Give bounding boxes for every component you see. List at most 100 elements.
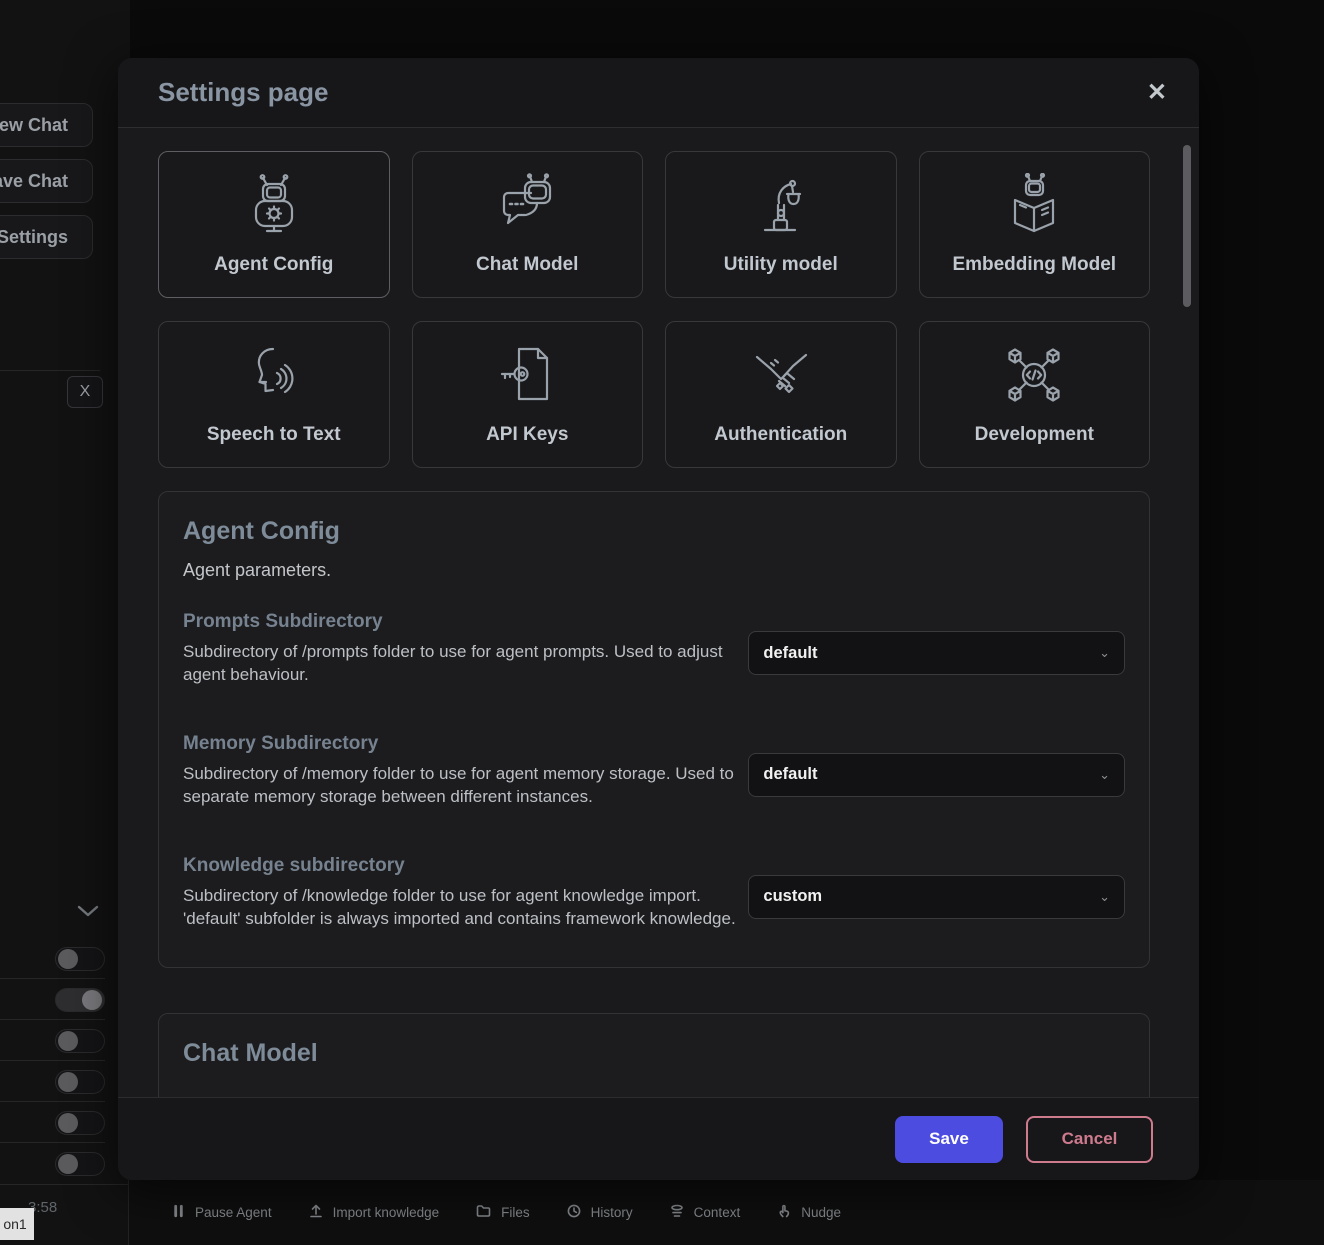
stack-icon <box>669 1203 685 1222</box>
sidebar-divider <box>0 1101 105 1102</box>
nav-card-utility-model[interactable]: Utility model <box>665 151 897 298</box>
code-network-icon <box>1000 343 1068 412</box>
nav-card-api-keys[interactable]: API Keys <box>411 321 643 468</box>
robot-config-icon <box>240 173 308 242</box>
sidebar-divider <box>0 1142 105 1143</box>
history-label: History <box>590 1205 633 1220</box>
nav-card-agent-config[interactable]: Agent Config <box>158 151 390 298</box>
toggle-switch-4[interactable] <box>55 1070 105 1094</box>
save-button[interactable]: Save <box>895 1115 1003 1163</box>
settings-nav-grid: Agent Config Chat Model Utility model Em… <box>158 151 1150 468</box>
settings-label: Settings <box>0 226 68 247</box>
field-control: default ⌄ <box>748 733 1125 809</box>
toggle-knob <box>58 1113 78 1133</box>
sidebar-divider <box>0 978 105 979</box>
section-title: Agent Config <box>183 517 340 545</box>
upload-icon <box>308 1203 324 1222</box>
field-label: Memory Subdirectory <box>183 732 379 754</box>
field-description: Subdirectory of /knowledge folder to use… <box>183 885 736 928</box>
toggle-switch-1[interactable] <box>55 947 105 971</box>
pause-icon <box>171 1203 186 1222</box>
toggle-knob <box>58 1154 78 1174</box>
field-text: Memory Subdirectory Subdirectory of /mem… <box>183 733 748 809</box>
close-panel-button[interactable]: X <box>67 376 103 408</box>
handshake-icon <box>747 343 815 412</box>
select-value: default <box>763 643 818 662</box>
toggle-switch-6[interactable] <box>55 1152 105 1176</box>
chevron-down-icon: ⌄ <box>1099 888 1110 904</box>
document-key-icon <box>493 343 561 412</box>
nav-card-speech-to-text[interactable]: Speech to Text <box>158 321 390 468</box>
nav-card-label: Agent Config <box>214 254 334 275</box>
section-description: Agent parameters. <box>183 560 332 580</box>
memory-subdirectory-select[interactable]: default ⌄ <box>748 752 1125 797</box>
toggle-knob <box>58 949 78 969</box>
sidebar-divider <box>0 1019 105 1020</box>
chevron-down-icon[interactable] <box>76 904 100 923</box>
field-description: Subdirectory of /memory folder to use fo… <box>183 763 734 806</box>
modal-scrollbar-thumb[interactable] <box>1183 145 1191 307</box>
modal-header: Settings page ✕ <box>118 58 1199 128</box>
field-label: Prompts Subdirectory <box>183 611 383 632</box>
field-text: Knowledge subdirectory Subdirectory of /… <box>183 855 748 931</box>
files-label: Files <box>501 1205 530 1220</box>
folder-icon <box>475 1203 492 1222</box>
cancel-button[interactable]: Cancel <box>1026 1115 1153 1163</box>
nav-card-chat-model[interactable]: Chat Model <box>411 151 643 298</box>
field-text: Prompts Subdirectory Subdirectory of /pr… <box>183 611 748 687</box>
app-root: ew Chat ave Chat ⚙ Settings X 3:58 <box>0 0 1324 1245</box>
robot-arm-icon <box>747 173 815 242</box>
history-button[interactable]: History <box>566 1203 633 1222</box>
field-control: custom ⌄ <box>748 855 1125 931</box>
speech-icon <box>240 343 308 412</box>
field-prompts-subdirectory: Prompts Subdirectory Subdirectory of /pr… <box>183 611 1125 687</box>
nudge-button[interactable]: Nudge <box>776 1203 841 1222</box>
nav-card-development[interactable]: Development <box>918 321 1150 468</box>
modal-footer: Save Cancel <box>118 1097 1199 1180</box>
settings-button[interactable]: ⚙ Settings <box>0 215 93 259</box>
save-chat-label: ave Chat <box>0 170 68 191</box>
nav-card-label: Chat Model <box>476 254 579 275</box>
new-chat-label: ew Chat <box>0 114 68 135</box>
select-value: custom <box>763 887 823 906</box>
knowledge-subdirectory-select[interactable]: custom ⌄ <box>748 874 1125 919</box>
robot-book-icon <box>1000 172 1068 242</box>
save-chat-button[interactable]: ave Chat <box>0 159 93 203</box>
chevron-down-icon: ⌄ <box>1099 645 1110 660</box>
field-knowledge-subdirectory: Knowledge subdirectory Subdirectory of /… <box>183 855 1125 931</box>
toggle-knob <box>58 1072 78 1092</box>
nav-card-label: API Keys <box>486 424 569 445</box>
nav-card-label: Embedding Model <box>952 254 1117 275</box>
files-button[interactable]: Files <box>475 1203 530 1222</box>
nav-card-label: Authentication <box>714 424 848 445</box>
sidebar: ew Chat ave Chat ⚙ Settings X 3:58 <box>0 0 130 1245</box>
settings-modal: Settings page ✕ Agent Config Chat Model … <box>118 58 1199 1180</box>
section-title: Chat Model <box>183 1038 318 1067</box>
section-chat-model: Chat Model <box>158 1012 1150 1097</box>
import-knowledge-button[interactable]: Import knowledge <box>308 1203 440 1222</box>
nudge-label: Nudge <box>801 1205 841 1220</box>
field-memory-subdirectory: Memory Subdirectory Subdirectory of /mem… <box>183 733 1125 809</box>
section-agent-config: Agent Config Agent parameters. Prompts S… <box>158 491 1150 968</box>
toggle-switch-2[interactable] <box>55 988 105 1012</box>
hand-icon <box>776 1203 792 1222</box>
field-label: Knowledge subdirectory <box>183 854 405 876</box>
import-knowledge-label: Import knowledge <box>332 1205 440 1220</box>
pause-agent-button[interactable]: Pause Agent <box>171 1203 272 1222</box>
toggle-switch-3[interactable] <box>55 1029 105 1053</box>
nav-card-label: Development <box>974 424 1094 445</box>
field-description: Subdirectory of /prompts folder to use f… <box>183 642 723 684</box>
nav-card-embedding-model[interactable]: Embedding Model <box>918 151 1150 298</box>
toggle-knob <box>82 990 102 1010</box>
toggle-switch-5[interactable] <box>55 1111 105 1135</box>
modal-title: Settings page <box>158 77 329 107</box>
clock-icon <box>566 1203 582 1222</box>
context-button[interactable]: Context <box>669 1203 740 1222</box>
new-chat-button[interactable]: ew Chat <box>0 103 93 147</box>
close-icon[interactable]: ✕ <box>1147 80 1167 105</box>
sidebar-divider <box>0 1184 128 1185</box>
toggle-knob <box>58 1031 78 1051</box>
nav-card-authentication[interactable]: Authentication <box>665 321 897 468</box>
prompts-subdirectory-select[interactable]: default ⌄ <box>748 631 1125 675</box>
close-panel-label: X <box>79 383 91 400</box>
